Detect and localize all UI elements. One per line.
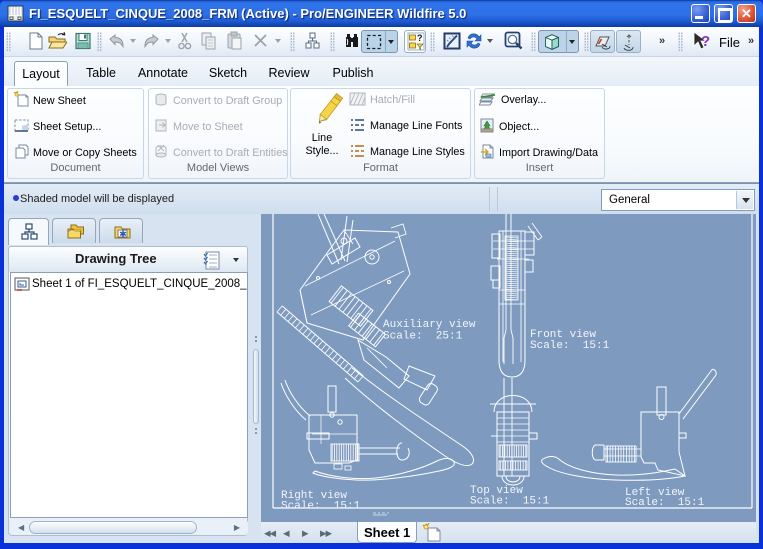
svg-text:✱: ✱ bbox=[119, 229, 127, 239]
svg-text:Scale: 25:1: Scale: 25:1 bbox=[383, 331, 463, 343]
svg-text:Scale: 15:1: Scale: 15:1 bbox=[625, 497, 705, 509]
svg-text:Scale: 15:1: Scale: 15:1 bbox=[470, 496, 550, 508]
svg-text:?: ? bbox=[417, 33, 423, 43]
svg-text:?: ? bbox=[701, 33, 710, 50]
svg-text:Auxiliary view: Auxiliary view bbox=[383, 319, 476, 331]
svg-text:Scale: 15:1: Scale: 15:1 bbox=[281, 501, 361, 513]
svg-text:Scale: 15:1: Scale: 15:1 bbox=[530, 340, 610, 352]
